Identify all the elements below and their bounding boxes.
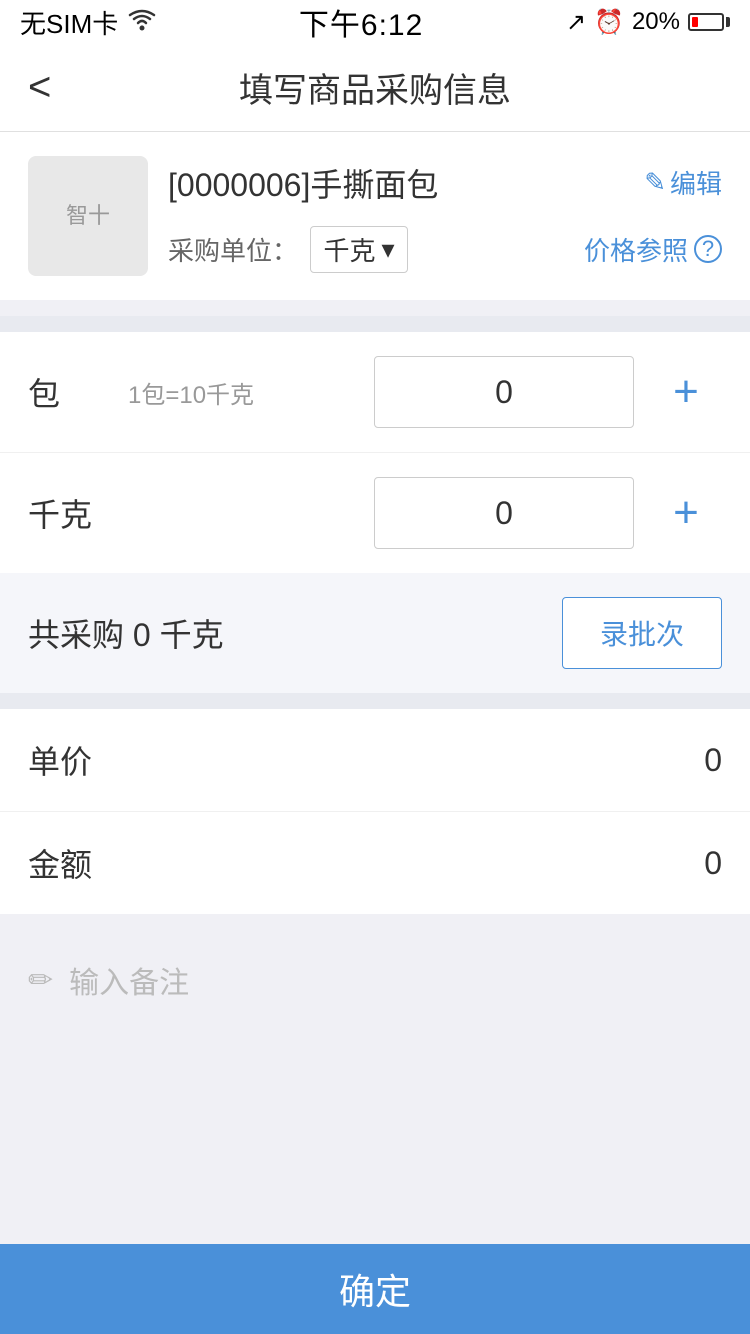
- price-ref-button[interactable]: 价格参照 ?: [584, 231, 722, 268]
- kg-label: 千克: [28, 490, 108, 536]
- page-title: 填写商品采购信息: [239, 63, 511, 112]
- unit-select[interactable]: 千克 ▾: [310, 226, 407, 273]
- unit-label: 采购单位：: [168, 236, 298, 266]
- status-time: 下午6:12: [299, 0, 423, 44]
- nav-bar: < 填写商品采购信息: [0, 44, 750, 132]
- notes-section[interactable]: ✏ 输入备注: [0, 930, 750, 1030]
- bag-input-row: 包 1包=10千克 0 +: [0, 332, 750, 453]
- status-left: 无SIM卡: [20, 4, 156, 41]
- kg-plus-button[interactable]: +: [650, 477, 722, 549]
- carrier-label: 无SIM卡: [20, 4, 118, 41]
- help-icon: ?: [694, 235, 722, 263]
- product-image: 智十: [28, 156, 148, 276]
- edit-icon: ✎: [644, 167, 666, 198]
- product-full-name: [0000006]手撕面包: [168, 160, 438, 206]
- product-info: [0000006]手撕面包 ✎ 编辑 采购单位： 千克 ▾ 价格参照 ?: [168, 160, 722, 273]
- batch-button[interactable]: 录批次: [562, 597, 722, 669]
- bag-plus-button[interactable]: +: [650, 356, 722, 428]
- price-section: 单价 0 金额 0: [0, 709, 750, 914]
- dropdown-icon: ▾: [381, 234, 394, 265]
- battery-percent: 20%: [632, 8, 680, 36]
- status-right: ↗ ⏰ 20%: [566, 8, 730, 37]
- unit-price-label: 单价: [28, 737, 92, 783]
- amount-row: 金额 0: [0, 812, 750, 914]
- back-button[interactable]: <: [28, 65, 51, 110]
- battery-icon: [688, 13, 730, 31]
- amount-label: 金额: [28, 840, 92, 886]
- edit-button[interactable]: ✎ 编辑: [644, 164, 722, 201]
- bag-label: 包: [28, 369, 108, 415]
- confirm-text: 确定: [339, 1263, 411, 1315]
- notes-placeholder: 输入备注: [69, 958, 189, 1002]
- product-image-logo: 智十: [66, 201, 110, 232]
- status-bar: 无SIM卡 下午6:12 ↗ ⏰ 20%: [0, 0, 750, 44]
- amount-value: 0: [704, 845, 722, 882]
- unit-price-row: 单价 0: [0, 709, 750, 812]
- alarm-icon: ⏰: [594, 8, 624, 37]
- main-content: 智十 [0000006]手撕面包 ✎ 编辑 采购单位： 千克 ▾: [0, 132, 750, 1290]
- kg-input-row: 千克 0 +: [0, 453, 750, 573]
- section-divider-1: [0, 316, 750, 332]
- product-header: [0000006]手撕面包 ✎ 编辑: [168, 160, 722, 206]
- summary-row: 共采购 0 千克 录批次: [0, 573, 750, 709]
- bag-sub-label: 1包=10千克: [128, 375, 254, 410]
- unit-selector: 采购单位： 千克 ▾: [168, 226, 408, 273]
- location-icon: ↗: [566, 8, 586, 37]
- bag-input[interactable]: 0: [374, 356, 634, 428]
- summary-text: 共采购 0 千克: [28, 610, 224, 656]
- product-unit-row: 采购单位： 千克 ▾ 价格参照 ?: [168, 226, 722, 273]
- confirm-bar[interactable]: 确定: [0, 1244, 750, 1334]
- wifi-icon: [128, 7, 156, 38]
- pencil-icon: ✏: [28, 963, 53, 998]
- unit-price-value: 0: [704, 742, 722, 779]
- kg-input[interactable]: 0: [374, 477, 634, 549]
- input-section: 包 1包=10千克 0 + 千克 0 +: [0, 332, 750, 573]
- product-card: 智十 [0000006]手撕面包 ✎ 编辑 采购单位： 千克 ▾: [0, 132, 750, 300]
